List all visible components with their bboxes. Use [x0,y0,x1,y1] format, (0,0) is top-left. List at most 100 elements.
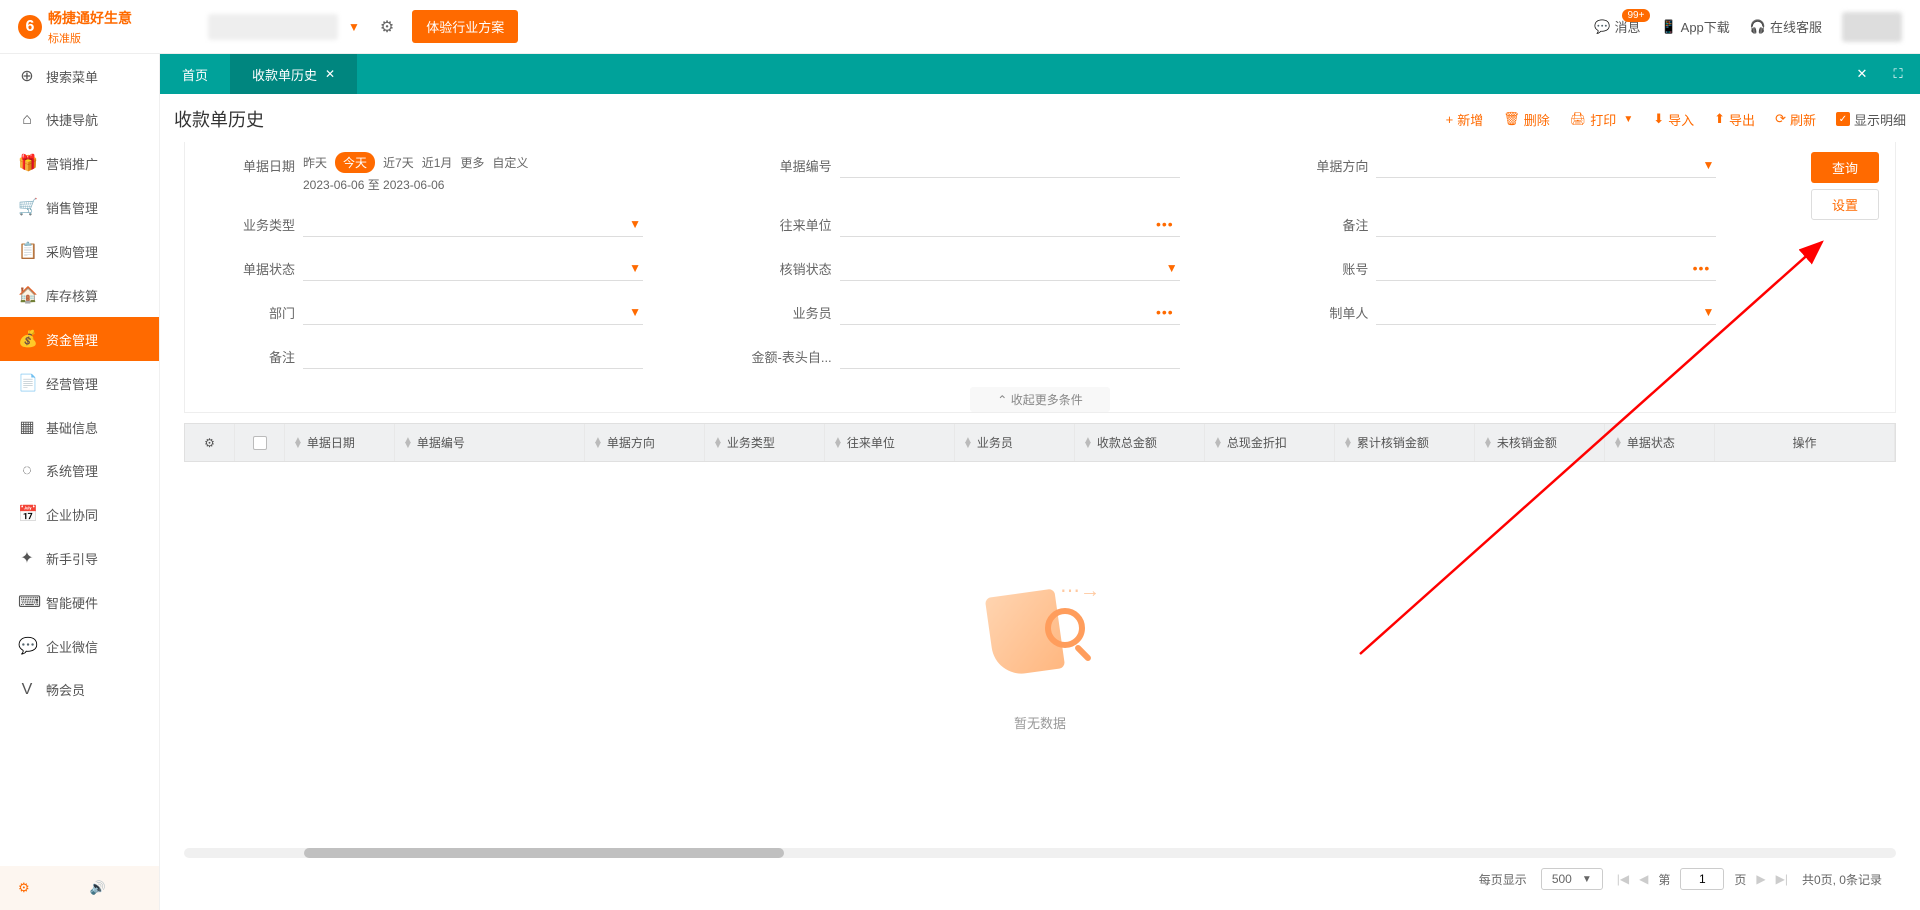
filter-label-biztype: 业务类型 [195,211,295,234]
table-header: ⚙ ▲▼单据日期 ▲▼单据编号 ▲▼单据方向 ▲▼业务类型 ▲▼往来单位 ▲▼业… [184,423,1896,462]
filter-label-amount-header: 金额-表头自... [732,343,832,366]
date-today[interactable]: 今天 [335,152,375,173]
column-header-docno[interactable]: ▲▼单据编号 [395,424,585,461]
show-detail-toggle[interactable]: ✓显示明细 [1836,110,1906,129]
filter-select-biztype[interactable]: ▼ [303,211,643,237]
sort-icon: ▲▼ [1083,438,1093,448]
date-more[interactable]: 更多 [460,154,484,171]
sidebar-item-purchase[interactable]: 📋采购管理 [0,229,159,273]
filter-select-verifystatus[interactable]: ▼ [840,255,1180,281]
sidebar-item-operation[interactable]: 📄经营管理 [0,361,159,405]
delete-button[interactable]: 🗑删除 [1503,110,1550,129]
sidebar-item-funds[interactable]: 💰资金管理 [0,317,159,361]
tab-home[interactable]: 首页 [160,54,230,94]
tab-receipt-history[interactable]: 收款单历史 ✕ [230,54,357,94]
filter-input-docno[interactable] [840,152,1180,178]
export-button[interactable]: ⬆导出 [1714,110,1755,129]
filter-label-partner: 往来单位 [732,211,832,234]
column-header-biztype[interactable]: ▲▼业务类型 [705,424,825,461]
date-last7[interactable]: 近7天 [383,154,414,171]
query-button[interactable]: 查询 [1811,152,1879,183]
filter-label-remark2: 备注 [195,343,295,366]
vip-icon: V [18,681,36,699]
date-custom[interactable]: 自定义 [492,154,528,171]
refresh-button[interactable]: ⟳刷新 [1775,110,1816,129]
sidebar-item-quicknav[interactable]: ⌂快捷导航 [0,98,159,141]
page-suffix: 页 [1734,871,1746,888]
select-all-checkbox[interactable] [235,424,285,461]
first-page-button[interactable]: |◀ [1617,872,1629,886]
close-icon[interactable]: ✕ [325,67,335,81]
app-download-link[interactable]: 📱 App下载 [1660,17,1729,36]
sidebar-item-marketing[interactable]: 🎁营销推广 [0,141,159,185]
calendar-icon: 📅 [18,504,36,524]
column-header-status[interactable]: ▲▼单据状态 [1605,424,1715,461]
trial-plan-button[interactable]: 体验行业方案 [412,10,518,43]
filter-select-account[interactable]: ••• [1376,255,1716,281]
last-page-button[interactable]: ▶| [1776,872,1788,886]
sidebar-item-inventory[interactable]: 🏠库存核算 [0,273,159,317]
filter-select-department[interactable]: ▼ [303,299,643,325]
sidebar-item-sales[interactable]: 🛒销售管理 [0,185,159,229]
filter-select-salesman[interactable]: ••• [840,299,1180,325]
sidebar-item-basicinfo[interactable]: ▦基础信息 [0,405,159,449]
column-header-partner[interactable]: ▲▼往来单位 [825,424,955,461]
add-button[interactable]: +新增 [1446,110,1484,129]
sidebar-item-search[interactable]: ⊕搜索菜单 [0,54,159,98]
column-header-amount[interactable]: ▲▼收款总金额 [1075,424,1205,461]
sidebar-item-member[interactable]: V畅会员 [0,668,159,711]
date-yesterday[interactable]: 昨天 [303,154,327,171]
sidebar-item-wechat[interactable]: 💬企业微信 [0,624,159,668]
settings-icon[interactable]: ⚙ [18,880,30,896]
settings-button[interactable]: 设置 [1811,189,1879,220]
filter-label-account: 账号 [1268,255,1368,278]
print-icon: 🖨 [1570,111,1587,127]
logo-text: 畅捷通好生意 [48,8,132,28]
filter-label-docno: 单据编号 [732,152,832,175]
horizontal-scrollbar[interactable] [184,848,1896,858]
date-last-month[interactable]: 近1月 [422,154,453,171]
import-button[interactable]: ⬇导入 [1653,110,1694,129]
sort-icon: ▲▼ [1613,438,1623,448]
prev-page-button[interactable]: ◀ [1639,872,1648,886]
chevron-down-icon: ▼ [1623,114,1633,125]
filter-label-department: 部门 [195,299,295,322]
filter-select-docstatus[interactable]: ▼ [303,255,643,281]
fullscreen-icon[interactable]: ⛶ [1882,58,1914,90]
scrollbar-thumb[interactable] [304,848,784,858]
date-range-display: 2023-06-06 至 2023-06-06 [303,176,528,193]
messages-link[interactable]: 💬 消息 99+ [1594,17,1640,36]
sidebar-item-guide[interactable]: ✦新手引导 [0,536,159,580]
filter-input-remark[interactable] [1376,211,1716,237]
next-page-button[interactable]: ▶ [1756,872,1765,886]
trash-icon: 🗑 [1503,111,1520,127]
sidebar-item-hardware[interactable]: ⌨智能硬件 [0,580,159,624]
sidebar-item-system[interactable]: ◌系统管理 [0,449,159,492]
column-header-date[interactable]: ▲▼单据日期 [285,424,395,461]
sort-icon: ▲▼ [1343,438,1353,448]
column-header-discount[interactable]: ▲▼总现金折扣 [1205,424,1335,461]
page-number-input[interactable] [1680,868,1724,890]
sidebar-item-collab[interactable]: 📅企业协同 [0,492,159,536]
column-settings-button[interactable]: ⚙ [185,424,235,461]
sound-icon[interactable]: 🔊 [90,880,106,896]
close-all-icon[interactable]: ✕ [1846,58,1878,90]
filter-input-amount[interactable] [840,343,1180,369]
column-header-verified[interactable]: ▲▼累计核销金额 [1335,424,1475,461]
filter-select-partner[interactable]: ••• [840,211,1180,237]
column-header-salesman[interactable]: ▲▼业务员 [955,424,1075,461]
print-button[interactable]: 🖨打印▼ [1570,110,1633,129]
filter-label-direction: 单据方向 [1268,152,1368,175]
gear-icon[interactable]: ⚙ [380,17,394,37]
filter-select-direction[interactable]: ▼ [1376,152,1716,178]
page-size-select[interactable]: 500 ▼ [1541,868,1603,890]
filter-select-creator[interactable]: ▼ [1376,299,1716,325]
column-header-direction[interactable]: ▲▼单据方向 [585,424,705,461]
collapse-filters-button[interactable]: ⌃ 收起更多条件 [970,387,1110,412]
user-avatar[interactable] [1842,12,1902,42]
refresh-icon: ⟳ [1775,111,1786,127]
filter-input-remark2[interactable] [303,343,643,369]
company-selector[interactable]: ▼ [208,14,360,40]
column-header-unverified[interactable]: ▲▼未核销金额 [1475,424,1605,461]
online-service-link[interactable]: 🎧 在线客服 [1750,17,1822,36]
